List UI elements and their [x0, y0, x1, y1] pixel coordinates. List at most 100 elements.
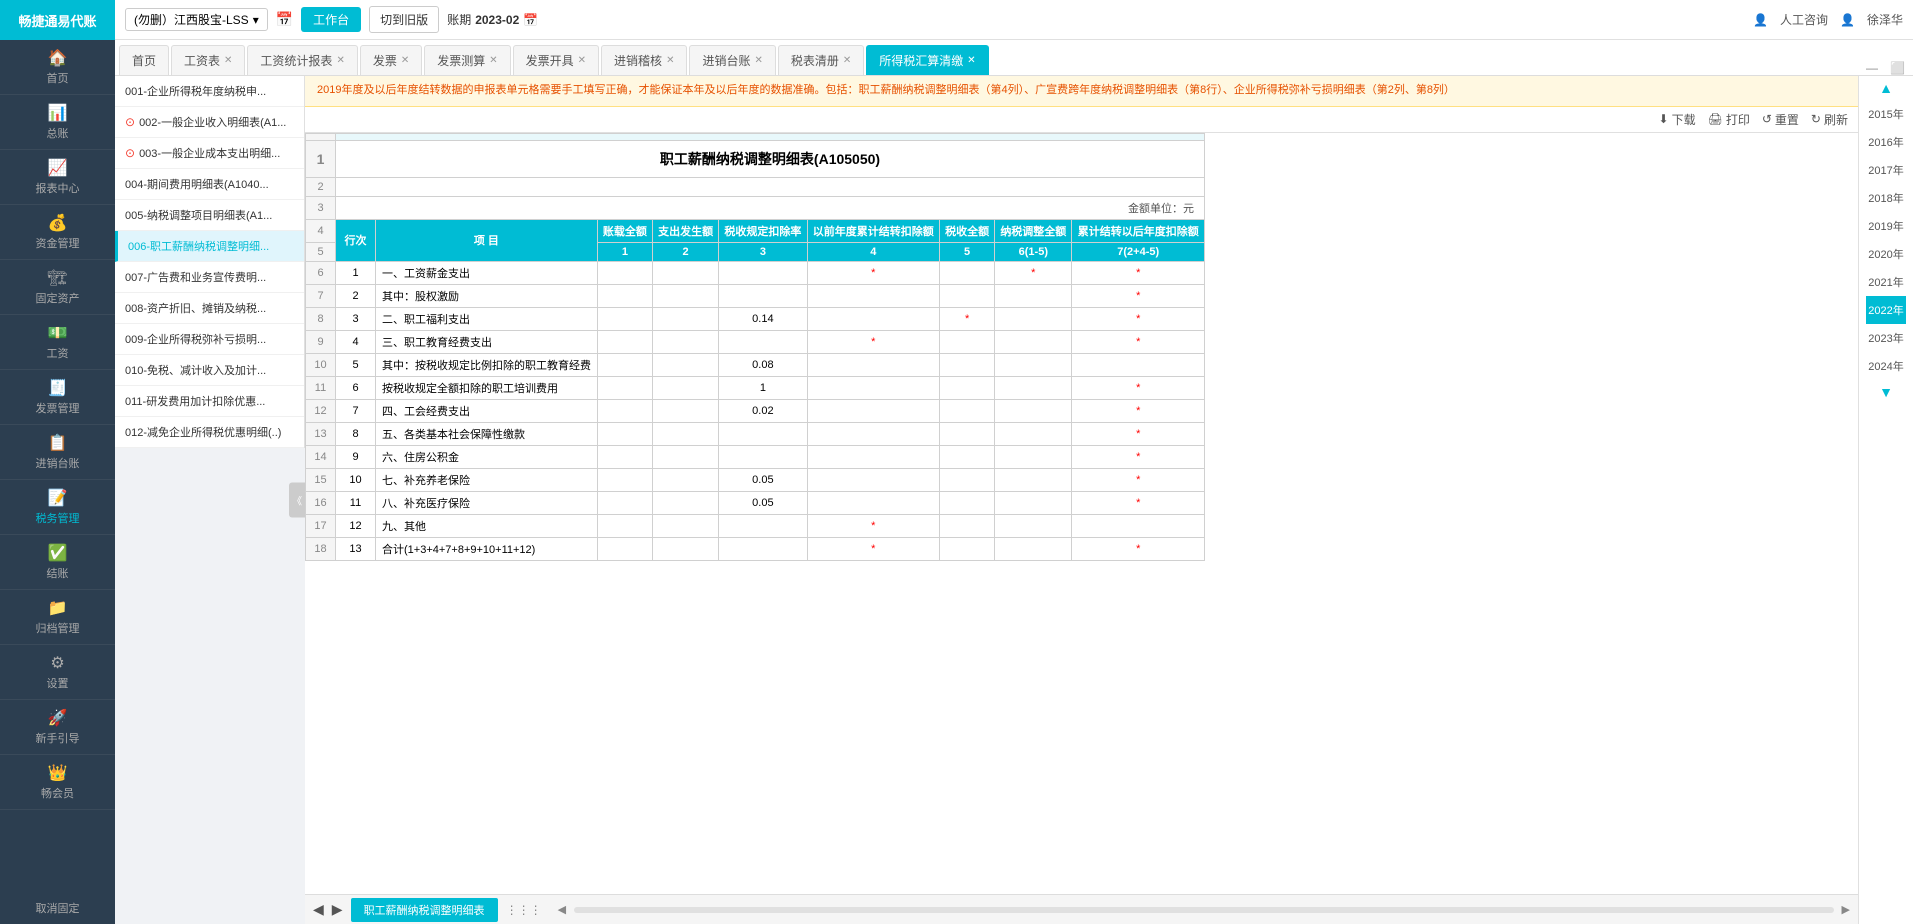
tab-salary[interactable]: 工资表 ✕ — [171, 45, 245, 75]
row-c1[interactable] — [597, 376, 652, 399]
row-c5[interactable] — [940, 330, 995, 353]
sidebar-item-reports[interactable]: 📈 报表中心 — [0, 150, 115, 205]
user-label[interactable]: 徐泽华 — [1867, 11, 1903, 28]
row-c6[interactable] — [995, 445, 1072, 468]
switch-old-button[interactable]: 切到旧版 — [369, 6, 439, 33]
year-nav-item[interactable]: 2019年 — [1866, 212, 1905, 240]
window-minimize-icon[interactable]: — — [1862, 61, 1882, 75]
row-c1[interactable] — [597, 399, 652, 422]
row-c2[interactable] — [652, 422, 718, 445]
row-c2[interactable] — [652, 537, 718, 560]
row-c3[interactable] — [719, 445, 807, 468]
row-c2[interactable] — [652, 468, 718, 491]
row-c4[interactable]: * — [807, 261, 939, 284]
row-c4[interactable] — [807, 445, 939, 468]
year-nav-down-arrow[interactable]: ▼ — [1875, 380, 1897, 404]
row-c7[interactable]: * — [1072, 284, 1205, 307]
form-list-item-006[interactable]: 006-职工薪酬纳税调整明细... — [115, 231, 304, 262]
row-c3[interactable]: 0.05 — [719, 468, 807, 491]
tab-sales-ledger[interactable]: 进销台账 ✕ — [689, 45, 775, 75]
sidebar-item-member[interactable]: 👑 畅会员 — [0, 755, 115, 810]
year-nav-item[interactable]: 2021年 — [1866, 268, 1905, 296]
row-c3[interactable] — [719, 330, 807, 353]
scroll-left-icon[interactable]: ◀ — [558, 903, 566, 916]
row-c4[interactable] — [807, 399, 939, 422]
sidebar-item-funds[interactable]: 💰 资金管理 — [0, 205, 115, 260]
row-c2[interactable] — [652, 376, 718, 399]
row-c1[interactable] — [597, 353, 652, 376]
tab-sales-check[interactable]: 进销稽核 ✕ — [601, 45, 687, 75]
row-c4[interactable] — [807, 422, 939, 445]
sidebar-item-sales[interactable]: 📋 进销台账 — [0, 425, 115, 480]
bottom-tab-active[interactable]: 职工薪酬纳税调整明细表 — [351, 898, 498, 922]
row-c5[interactable] — [940, 376, 995, 399]
tab-invoice-issue-close[interactable]: ✕ — [578, 55, 586, 66]
company-selector[interactable]: (勿删）江西股宝-LSS ▾ — [125, 8, 268, 31]
row-c4[interactable] — [807, 468, 939, 491]
row-c2[interactable] — [652, 514, 718, 537]
workspace-button[interactable]: 工作台 — [301, 7, 361, 32]
year-nav-item[interactable]: 2018年 — [1866, 184, 1905, 212]
row-c1[interactable] — [597, 468, 652, 491]
form-list-item-003[interactable]: ⊙ 003-一般企业成本支出明细... — [115, 138, 304, 169]
row-c7[interactable]: * — [1072, 491, 1205, 514]
row-c6[interactable] — [995, 491, 1072, 514]
row-c4[interactable] — [807, 353, 939, 376]
row-c4[interactable] — [807, 376, 939, 399]
row-c5[interactable] — [940, 399, 995, 422]
refresh-button[interactable]: ↻ 刷新 — [1811, 111, 1848, 128]
row-c6[interactable] — [995, 284, 1072, 307]
row-c5[interactable] — [940, 284, 995, 307]
row-c1[interactable] — [597, 330, 652, 353]
row-c5[interactable] — [940, 491, 995, 514]
row-c7[interactable]: * — [1072, 422, 1205, 445]
row-c2[interactable] — [652, 307, 718, 330]
tab-tax-list-close[interactable]: ✕ — [843, 55, 851, 66]
row-c7[interactable]: * — [1072, 445, 1205, 468]
form-list-item-009[interactable]: 009-企业所得税弥补亏损明... — [115, 324, 304, 355]
row-c6[interactable] — [995, 537, 1072, 560]
row-c7[interactable]: * — [1072, 468, 1205, 491]
row-c2[interactable] — [652, 330, 718, 353]
form-list-item-005[interactable]: 005-纳税调整项目明细表(A1... — [115, 200, 304, 231]
download-button[interactable]: ⬇ 下载 — [1659, 111, 1696, 128]
support-label[interactable]: 人工咨询 — [1780, 11, 1828, 28]
row-c3[interactable] — [719, 422, 807, 445]
row-c5[interactable] — [940, 353, 995, 376]
row-c3[interactable] — [719, 261, 807, 284]
row-c1[interactable] — [597, 491, 652, 514]
row-c1[interactable] — [597, 307, 652, 330]
row-c4[interactable] — [807, 307, 939, 330]
row-c7[interactable]: * — [1072, 399, 1205, 422]
row-c7[interactable] — [1072, 514, 1205, 537]
row-c5[interactable]: * — [940, 307, 995, 330]
tab-income-tax[interactable]: 所得税汇算清缴 ✕ — [866, 45, 988, 75]
row-c2[interactable] — [652, 491, 718, 514]
tab-invoice-close[interactable]: ✕ — [401, 55, 409, 66]
row-c7[interactable] — [1072, 353, 1205, 376]
row-c7[interactable]: * — [1072, 330, 1205, 353]
row-c3[interactable]: 0.14 — [719, 307, 807, 330]
nav-left-icon[interactable]: ◀ — [313, 901, 324, 918]
form-list-item-001[interactable]: 001-企业所得税年度纳税申... — [115, 76, 304, 107]
row-c4[interactable]: * — [807, 514, 939, 537]
row-c3[interactable] — [719, 514, 807, 537]
row-c6[interactable] — [995, 399, 1072, 422]
form-list-item-004[interactable]: 004-期间费用明细表(A1040... — [115, 169, 304, 200]
row-c5[interactable] — [940, 261, 995, 284]
row-c5[interactable] — [940, 422, 995, 445]
form-list-item-007[interactable]: 007-广告费和业务宣传费明... — [115, 262, 304, 293]
row-c6[interactable] — [995, 514, 1072, 537]
row-c3[interactable]: 0.02 — [719, 399, 807, 422]
year-nav-item[interactable]: 2022年 — [1866, 296, 1905, 324]
year-nav-item[interactable]: 2017年 — [1866, 156, 1905, 184]
collapse-panel-arrow[interactable]: 《 — [289, 483, 305, 518]
row-c3[interactable] — [719, 284, 807, 307]
row-c3[interactable]: 0.08 — [719, 353, 807, 376]
nav-right-icon[interactable]: ▶ — [332, 901, 343, 918]
form-list-item-011[interactable]: 011-研发费用加计扣除优惠... — [115, 386, 304, 417]
form-list-item-012[interactable]: 012-减免企业所得税优惠明细(..) — [115, 417, 304, 448]
sidebar-item-assets[interactable]: 🏗 固定资产 — [0, 260, 115, 315]
row-c6[interactable] — [995, 422, 1072, 445]
row-c5[interactable] — [940, 468, 995, 491]
